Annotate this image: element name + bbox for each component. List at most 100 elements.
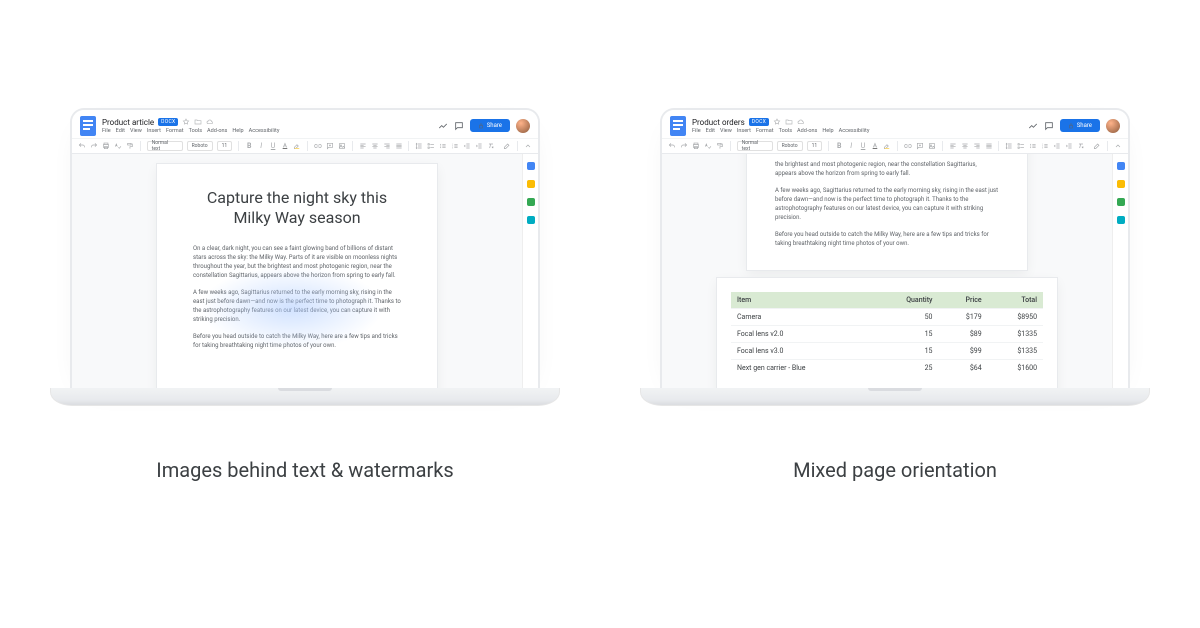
document-canvas[interactable]: the brightest and most photogenic region… — [662, 154, 1112, 388]
spellcheck-icon[interactable] — [704, 142, 712, 150]
calendar-icon[interactable] — [1117, 162, 1125, 170]
cloud-status-icon[interactable] — [206, 118, 214, 126]
trending-icon[interactable] — [1028, 121, 1038, 131]
menu-tools[interactable]: Tools — [189, 128, 202, 134]
redo-icon[interactable] — [90, 142, 98, 150]
menu-addons[interactable]: Add-ons — [207, 128, 227, 134]
redo-icon[interactable] — [680, 142, 688, 150]
insert-image-icon[interactable] — [338, 142, 346, 150]
indent-increase-icon[interactable] — [1065, 142, 1073, 150]
checklist-icon[interactable] — [1017, 142, 1025, 150]
line-spacing-icon[interactable] — [415, 142, 423, 150]
checklist-icon[interactable] — [427, 142, 435, 150]
account-avatar[interactable] — [516, 119, 530, 133]
fontsize-select[interactable]: 11 — [217, 141, 233, 151]
menu-help[interactable]: Help — [232, 128, 243, 134]
align-center-icon[interactable] — [371, 142, 379, 150]
document-canvas[interactable]: Capture the night sky this Milky Way sea… — [72, 154, 522, 388]
calendar-icon[interactable] — [527, 162, 535, 170]
clear-formatting-icon[interactable] — [487, 142, 495, 150]
style-select[interactable]: Normal text — [147, 141, 183, 151]
menu-edit[interactable]: Edit — [706, 128, 715, 134]
keep-icon[interactable] — [1117, 180, 1125, 188]
print-icon[interactable] — [692, 142, 700, 150]
bulleted-list-icon[interactable] — [1029, 142, 1037, 150]
editing-mode-icon[interactable] — [503, 142, 511, 150]
align-center-icon[interactable] — [961, 142, 969, 150]
line-spacing-icon[interactable] — [1005, 142, 1013, 150]
chevron-up-icon[interactable] — [524, 142, 532, 150]
menu-insert[interactable]: Insert — [147, 128, 161, 134]
document-title[interactable]: Product orders — [692, 118, 745, 127]
text-color-icon[interactable] — [871, 142, 879, 150]
menu-view[interactable]: View — [130, 128, 142, 134]
bulleted-list-icon[interactable] — [439, 142, 447, 150]
undo-icon[interactable] — [668, 142, 676, 150]
text-color-icon[interactable] — [281, 142, 289, 150]
trending-icon[interactable] — [438, 121, 448, 131]
menu-addons[interactable]: Add-ons — [797, 128, 817, 134]
star-icon[interactable] — [182, 118, 190, 126]
numbered-list-icon[interactable]: 123 — [1041, 142, 1049, 150]
contacts-icon[interactable] — [527, 216, 535, 224]
font-select[interactable]: Roboto — [777, 141, 803, 151]
fontsize-select[interactable]: 11 — [807, 141, 823, 151]
font-select[interactable]: Roboto — [187, 141, 213, 151]
paint-format-icon[interactable] — [126, 142, 134, 150]
menu-file[interactable]: File — [692, 128, 701, 134]
move-folder-icon[interactable] — [785, 118, 793, 126]
spellcheck-icon[interactable] — [114, 142, 122, 150]
add-comment-icon[interactable] — [326, 142, 334, 150]
star-icon[interactable] — [773, 118, 781, 126]
menu-edit[interactable]: Edit — [116, 128, 125, 134]
highlight-icon[interactable] — [883, 142, 891, 150]
menu-format[interactable]: Format — [756, 128, 774, 134]
align-justify-icon[interactable] — [395, 142, 403, 150]
comment-icon[interactable] — [454, 121, 464, 131]
share-button[interactable]: Share — [1060, 119, 1100, 132]
add-comment-icon[interactable] — [916, 142, 924, 150]
align-right-icon[interactable] — [973, 142, 981, 150]
menu-tools[interactable]: Tools — [779, 128, 792, 134]
tasks-icon[interactable] — [527, 198, 535, 206]
account-avatar[interactable] — [1106, 119, 1120, 133]
chevron-up-icon[interactable] — [1114, 142, 1122, 150]
indent-decrease-icon[interactable] — [1053, 142, 1061, 150]
undo-icon[interactable] — [78, 142, 86, 150]
print-icon[interactable] — [102, 142, 110, 150]
underline-icon[interactable]: U — [859, 142, 867, 150]
comment-icon[interactable] — [1044, 121, 1054, 131]
italic-icon[interactable]: I — [257, 142, 265, 150]
editing-mode-icon[interactable] — [1093, 142, 1101, 150]
align-right-icon[interactable] — [383, 142, 391, 150]
menu-file[interactable]: File — [102, 128, 111, 134]
insert-image-icon[interactable] — [928, 142, 936, 150]
contacts-icon[interactable] — [1117, 216, 1125, 224]
style-select[interactable]: Normal text — [737, 141, 773, 151]
menu-accessibility[interactable]: Accessibility — [249, 128, 280, 134]
italic-icon[interactable]: I — [847, 142, 855, 150]
align-left-icon[interactable] — [949, 142, 957, 150]
cloud-status-icon[interactable] — [797, 118, 805, 126]
highlight-icon[interactable] — [293, 142, 301, 150]
document-title[interactable]: Product article — [102, 118, 154, 127]
menu-accessibility[interactable]: Accessibility — [839, 128, 870, 134]
indent-decrease-icon[interactable] — [463, 142, 471, 150]
paint-format-icon[interactable] — [716, 142, 724, 150]
keep-icon[interactable] — [527, 180, 535, 188]
move-folder-icon[interactable] — [194, 118, 202, 126]
indent-increase-icon[interactable] — [475, 142, 483, 150]
underline-icon[interactable]: U — [269, 142, 277, 150]
bold-icon[interactable]: B — [835, 142, 843, 150]
numbered-list-icon[interactable]: 123 — [451, 142, 459, 150]
menu-insert[interactable]: Insert — [737, 128, 751, 134]
share-button[interactable]: Share — [470, 119, 510, 132]
menu-format[interactable]: Format — [166, 128, 184, 134]
insert-link-icon[interactable] — [314, 142, 322, 150]
align-justify-icon[interactable] — [985, 142, 993, 150]
insert-link-icon[interactable] — [904, 142, 912, 150]
tasks-icon[interactable] — [1117, 198, 1125, 206]
clear-formatting-icon[interactable] — [1077, 142, 1085, 150]
menu-view[interactable]: View — [720, 128, 732, 134]
menu-help[interactable]: Help — [822, 128, 833, 134]
